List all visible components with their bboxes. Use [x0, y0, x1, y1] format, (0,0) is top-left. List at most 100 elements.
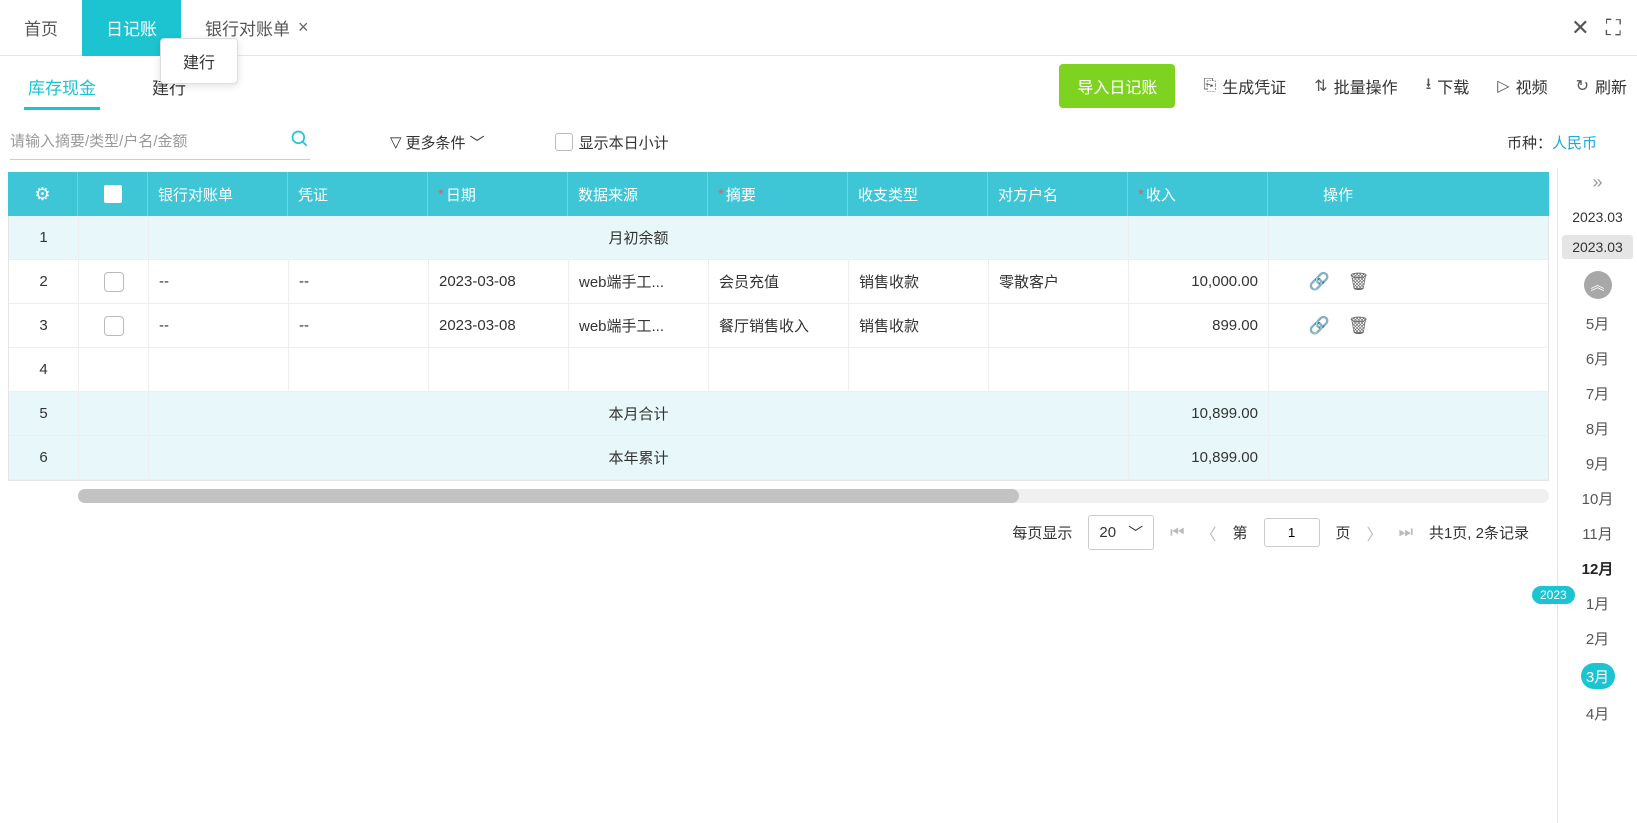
month-item[interactable]: 9月	[1586, 453, 1609, 474]
month-item[interactable]: 11月	[1582, 523, 1613, 544]
summary-label: 本年累计	[149, 436, 1129, 479]
next-page-button[interactable]: 〉	[1367, 521, 1383, 545]
column-select-all[interactable]	[78, 172, 148, 216]
month-item[interactable]: 10月	[1582, 488, 1614, 509]
page-number-input[interactable]	[1264, 518, 1320, 547]
close-icon[interactable]: ×	[298, 17, 309, 38]
row-index: 6	[9, 436, 79, 479]
row-index: 1	[9, 216, 79, 259]
empty-cell[interactable]	[149, 348, 289, 391]
month-item[interactable]: 12月	[1582, 558, 1614, 579]
close-window-icon[interactable]: ✕	[1571, 15, 1589, 41]
empty-cell[interactable]	[289, 348, 429, 391]
empty-cell[interactable]	[1269, 348, 1409, 391]
per-page-select[interactable]: 20 ﹀	[1088, 515, 1154, 550]
cell-income: 10,899.00	[1129, 436, 1269, 479]
cell-income[interactable]: 10,000.00	[1129, 260, 1269, 303]
scroll-up-button[interactable]: ︽	[1584, 271, 1612, 299]
prev-page-button[interactable]: 〈	[1201, 521, 1217, 545]
delete-icon[interactable]: 🗑	[1348, 316, 1370, 336]
cell-type[interactable]: 销售收款	[849, 260, 989, 303]
row-checkbox-cell	[79, 260, 149, 303]
chevron-down-icon: ﹀	[1128, 522, 1143, 543]
month-item[interactable]: 3月	[1581, 663, 1615, 689]
cell-action	[1269, 392, 1409, 435]
period-item[interactable]: 2023.03	[1562, 205, 1633, 229]
link-icon[interactable]: 🔗	[1309, 272, 1330, 292]
page-label-pre: 第	[1233, 522, 1248, 543]
download-button[interactable]: ⭳下载	[1426, 73, 1470, 100]
collapse-panel-button[interactable]: »	[1558, 168, 1637, 197]
more-conditions-button[interactable]: ▽ 更多条件 ﹀	[390, 132, 485, 153]
column-date: *日期	[428, 172, 568, 216]
cell-type[interactable]: 销售收款	[849, 304, 989, 347]
empty-cell[interactable]	[569, 348, 709, 391]
empty-cell[interactable]	[429, 348, 569, 391]
cell-counterparty[interactable]: 零散客户	[989, 260, 1129, 303]
summary-label: 本月合计	[149, 392, 1129, 435]
refresh-button[interactable]: ↻刷新	[1576, 74, 1627, 98]
table-row: 1月初余额	[9, 216, 1548, 260]
search-icon[interactable]	[290, 129, 310, 155]
column-type: 收支类型	[848, 172, 988, 216]
checkbox-icon	[555, 133, 573, 151]
empty-cell[interactable]	[849, 348, 989, 391]
month-item[interactable]: 7月	[1586, 383, 1609, 404]
month-item[interactable]: 8月	[1586, 418, 1609, 439]
tab-home[interactable]: 首页	[0, 0, 82, 56]
horizontal-scrollbar[interactable]	[78, 489, 1549, 503]
period-side-panel: » 2023.03 2023.03 ︽ 5月 6月 7月 8月 9月 10月 11月 12月 1…	[1557, 168, 1637, 823]
cell-summary[interactable]: 餐厅销售收入	[709, 304, 849, 347]
voucher-icon: ⎘	[1203, 77, 1216, 95]
column-income: *收入	[1128, 172, 1268, 216]
link-icon[interactable]: 🔗	[1309, 316, 1330, 336]
cell-date[interactable]: 2023-03-08	[429, 260, 569, 303]
cell-source: web端手工...	[569, 260, 709, 303]
row-checkbox[interactable]	[104, 316, 124, 336]
batch-icon: ⇅	[1314, 76, 1327, 96]
row-checkbox-cell	[79, 436, 149, 479]
period-item[interactable]: 2023.03	[1562, 235, 1633, 259]
month-item[interactable]: 2月	[1586, 628, 1609, 649]
cell-action	[1269, 436, 1409, 479]
empty-cell[interactable]	[1129, 348, 1269, 391]
currency-value[interactable]: 人民币	[1552, 135, 1597, 152]
video-button[interactable]: ▷视频	[1497, 74, 1547, 98]
column-settings[interactable]: ⚙	[8, 172, 78, 216]
cell-income	[1129, 216, 1269, 259]
month-item[interactable]: 4月	[1586, 703, 1609, 724]
month-item[interactable]: 1月	[1586, 593, 1609, 614]
cell-counterparty[interactable]	[989, 304, 1129, 347]
search-input[interactable]	[10, 133, 282, 150]
month-item[interactable]: 5月	[1586, 313, 1609, 334]
pagination-summary: 共1页, 2条记录	[1429, 522, 1529, 543]
daily-subtotal-checkbox[interactable]: 显示本日小计	[555, 132, 669, 153]
cell-income[interactable]: 899.00	[1129, 304, 1269, 347]
month-item[interactable]: 6月	[1586, 348, 1609, 369]
fullscreen-icon[interactable]: ⛶	[1606, 15, 1621, 41]
row-checkbox[interactable]	[104, 272, 124, 292]
column-summary: *摘要	[708, 172, 848, 216]
row-index: 4	[9, 348, 79, 391]
subtab-cash[interactable]: 库存现金	[0, 56, 124, 116]
tab-home-label: 首页	[24, 15, 58, 40]
last-page-button[interactable]: ⏭	[1399, 524, 1413, 542]
import-journal-button[interactable]: 导入日记账	[1059, 64, 1175, 108]
delete-icon[interactable]: 🗑	[1348, 272, 1370, 292]
row-index: 3	[9, 304, 79, 347]
filter-row: ▽ 更多条件 ﹀ 显示本日小计 币种：人民币	[0, 116, 1637, 168]
empty-cell[interactable]	[989, 348, 1129, 391]
batch-operation-button[interactable]: ⇅批量操作	[1314, 74, 1397, 98]
generate-voucher-button[interactable]: ⎘生成凭证	[1203, 74, 1286, 98]
table-row: 3----2023-03-08web端手工...餐厅销售收入销售收款899.00…	[9, 304, 1548, 348]
scrollbar-thumb[interactable]	[78, 489, 1019, 503]
table-header: ⚙ 银行对账单 凭证 *日期 数据来源 *摘要 收支类型 对方户名 *收入 操作	[8, 172, 1549, 216]
year-badge: 2023	[1532, 586, 1575, 604]
cell-summary[interactable]: 会员充值	[709, 260, 849, 303]
empty-cell[interactable]	[709, 348, 849, 391]
download-icon: ⭳	[1426, 73, 1432, 100]
refresh-icon: ↻	[1576, 76, 1589, 96]
cell-bank-recon: --	[149, 260, 289, 303]
cell-date[interactable]: 2023-03-08	[429, 304, 569, 347]
first-page-button[interactable]: ⏮	[1170, 524, 1184, 542]
